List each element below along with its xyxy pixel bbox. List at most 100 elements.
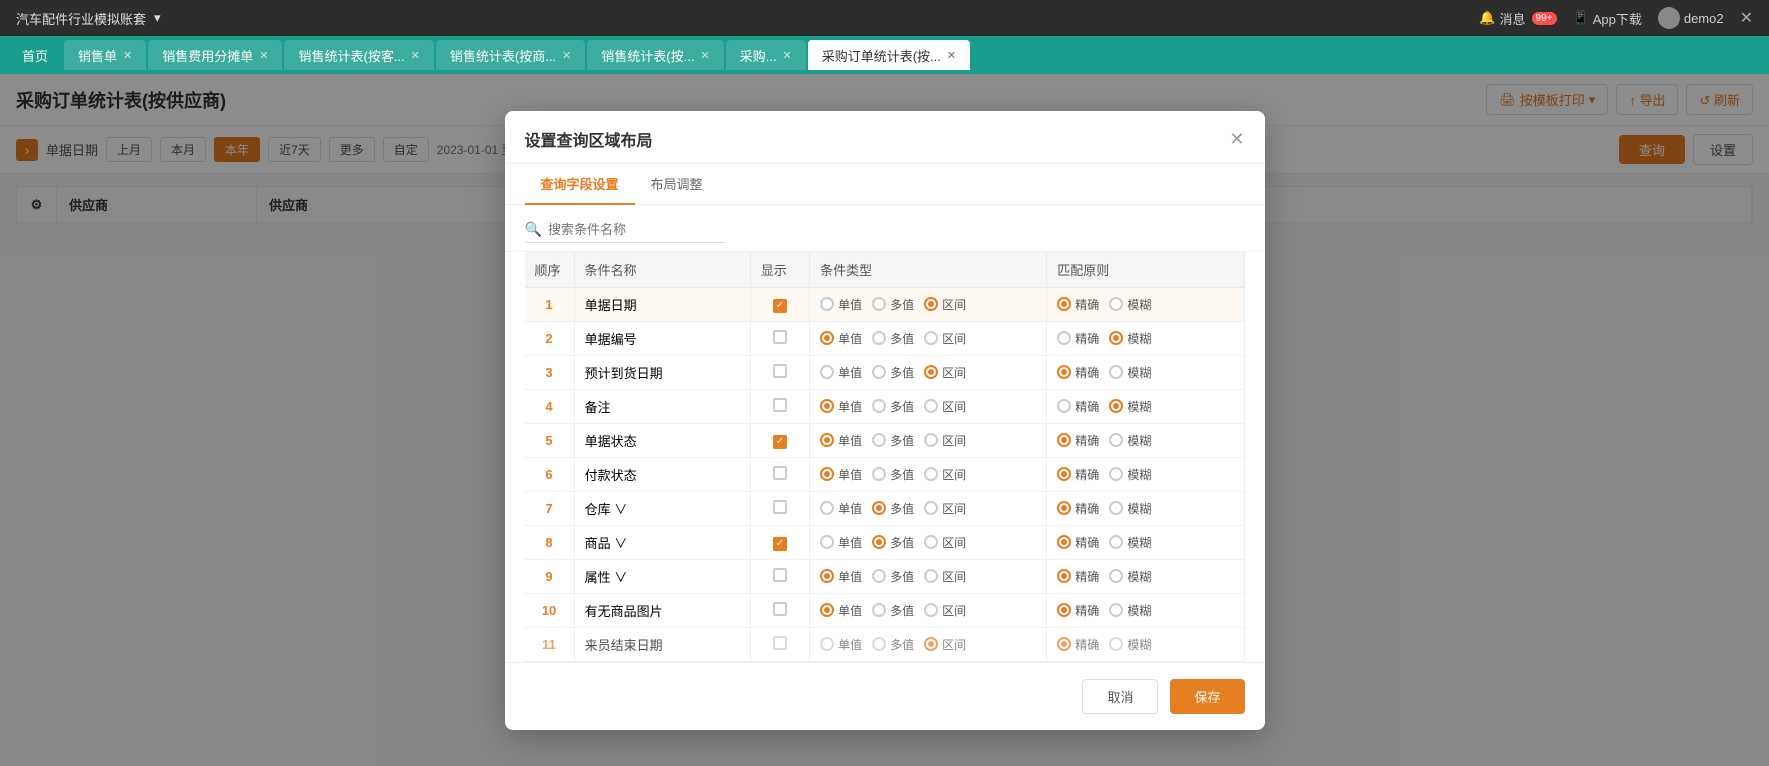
checkbox[interactable] <box>773 500 787 514</box>
radio-type-多值[interactable]: 多值 <box>872 534 914 551</box>
row-show-checkbox[interactable] <box>750 423 809 457</box>
row-show-checkbox[interactable] <box>750 491 809 525</box>
nav-tab-sales-stat2[interactable]: 销售统计表(按商... ✕ <box>436 40 585 70</box>
notification-area[interactable]: 🔔 消息 99+ <box>1479 9 1556 28</box>
checkbox[interactable] <box>773 330 787 344</box>
radio-type-单值[interactable]: 单值 <box>820 398 862 415</box>
radio-type-单值[interactable]: 单值 <box>820 636 862 653</box>
nav-tab-purchase2[interactable]: 采购订单统计表(按... ✕ <box>808 40 970 70</box>
radio-match-模糊[interactable]: 模糊 <box>1109 568 1151 585</box>
nav-tab-sales-cost[interactable]: 销售费用分摊单 ✕ <box>148 40 282 70</box>
row-show-checkbox[interactable] <box>750 593 809 627</box>
app-dropdown-icon[interactable]: ▾ <box>154 10 161 26</box>
nav-tab-home[interactable]: 首页 <box>8 40 62 70</box>
radio-match-精确[interactable]: 精确 <box>1057 398 1099 415</box>
nav-tab-sales[interactable]: 销售单 ✕ <box>64 40 146 70</box>
nav-tab-purchase2-close[interactable]: ✕ <box>947 49 956 62</box>
radio-match-模糊[interactable]: 模糊 <box>1109 296 1151 313</box>
row-show-checkbox[interactable] <box>750 457 809 491</box>
radio-match-模糊[interactable]: 模糊 <box>1109 602 1151 619</box>
nav-tab-sales-stat1[interactable]: 销售统计表(按客... ✕ <box>284 40 433 70</box>
radio-type-区间[interactable]: 区间 <box>924 398 966 415</box>
checkbox[interactable] <box>773 537 787 551</box>
radio-match-精确[interactable]: 精确 <box>1057 466 1099 483</box>
radio-match-精确[interactable]: 精确 <box>1057 500 1099 517</box>
radio-type-区间[interactable]: 区间 <box>924 534 966 551</box>
radio-type-多值[interactable]: 多值 <box>872 500 914 517</box>
radio-type-多值[interactable]: 多值 <box>872 330 914 347</box>
nav-tab-sales-stat2-close[interactable]: ✕ <box>562 49 571 62</box>
radio-type-区间[interactable]: 区间 <box>924 296 966 313</box>
radio-type-多值[interactable]: 多值 <box>872 296 914 313</box>
nav-tab-purchase1[interactable]: 采购... ✕ <box>726 40 806 70</box>
radio-type-区间[interactable]: 区间 <box>924 568 966 585</box>
radio-match-精确[interactable]: 精确 <box>1057 602 1099 619</box>
radio-type-多值[interactable]: 多值 <box>872 602 914 619</box>
radio-type-多值[interactable]: 多值 <box>872 466 914 483</box>
radio-type-单值[interactable]: 单值 <box>820 432 862 449</box>
radio-type-多值[interactable]: 多值 <box>872 364 914 381</box>
radio-match-模糊[interactable]: 模糊 <box>1109 330 1151 347</box>
row-show-checkbox[interactable] <box>750 287 809 321</box>
radio-type-多值[interactable]: 多值 <box>872 432 914 449</box>
checkbox[interactable] <box>773 636 787 650</box>
nav-tab-sales-cost-close[interactable]: ✕ <box>259 49 268 62</box>
save-button[interactable]: 保存 <box>1170 679 1244 714</box>
radio-match-精确[interactable]: 精确 <box>1057 636 1099 653</box>
radio-type-区间[interactable]: 区间 <box>924 330 966 347</box>
radio-type-多值[interactable]: 多值 <box>872 568 914 585</box>
nav-tab-sales-close[interactable]: ✕ <box>123 49 132 62</box>
radio-type-单值[interactable]: 单值 <box>820 466 862 483</box>
radio-type-单值[interactable]: 单值 <box>820 364 862 381</box>
checkbox[interactable] <box>773 568 787 582</box>
checkbox[interactable] <box>773 364 787 378</box>
radio-type-区间[interactable]: 区间 <box>924 432 966 449</box>
radio-type-单值[interactable]: 单值 <box>820 330 862 347</box>
nav-tab-sales-stat3-close[interactable]: ✕ <box>700 49 709 62</box>
radio-type-单值[interactable]: 单值 <box>820 500 862 517</box>
modal-close-button[interactable]: ✕ <box>1229 130 1244 148</box>
row-show-checkbox[interactable] <box>750 355 809 389</box>
search-input[interactable] <box>548 222 725 237</box>
modal-tab-query-fields[interactable]: 查询字段设置 <box>525 164 635 205</box>
checkbox[interactable] <box>773 398 787 412</box>
radio-match-精确[interactable]: 精确 <box>1057 330 1099 347</box>
radio-type-多值[interactable]: 多值 <box>872 398 914 415</box>
radio-type-区间[interactable]: 区间 <box>924 500 966 517</box>
radio-match-精确[interactable]: 精确 <box>1057 534 1099 551</box>
radio-match-精确[interactable]: 精确 <box>1057 364 1099 381</box>
radio-match-模糊[interactable]: 模糊 <box>1109 534 1151 551</box>
nav-tab-sales-stat1-close[interactable]: ✕ <box>411 49 420 62</box>
row-show-checkbox[interactable] <box>750 389 809 423</box>
radio-match-精确[interactable]: 精确 <box>1057 296 1099 313</box>
radio-type-区间[interactable]: 区间 <box>924 602 966 619</box>
radio-type-单值[interactable]: 单值 <box>820 296 862 313</box>
checkbox[interactable] <box>773 299 787 313</box>
radio-type-区间[interactable]: 区间 <box>924 636 966 653</box>
row-show-checkbox[interactable] <box>750 321 809 355</box>
radio-type-多值[interactable]: 多值 <box>872 636 914 653</box>
row-show-checkbox[interactable] <box>750 627 809 661</box>
row-show-checkbox[interactable] <box>750 525 809 559</box>
radio-match-精确[interactable]: 精确 <box>1057 568 1099 585</box>
radio-type-区间[interactable]: 区间 <box>924 364 966 381</box>
row-show-checkbox[interactable] <box>750 559 809 593</box>
user-area[interactable]: demo2 <box>1658 7 1724 29</box>
radio-match-模糊[interactable]: 模糊 <box>1109 398 1151 415</box>
download-area[interactable]: 📱 App下载 <box>1573 9 1642 28</box>
radio-type-单值[interactable]: 单值 <box>820 534 862 551</box>
radio-type-单值[interactable]: 单值 <box>820 568 862 585</box>
checkbox[interactable] <box>773 435 787 449</box>
nav-tab-sales-stat3[interactable]: 销售统计表(按... ✕ <box>587 40 723 70</box>
radio-match-模糊[interactable]: 模糊 <box>1109 636 1151 653</box>
radio-match-模糊[interactable]: 模糊 <box>1109 500 1151 517</box>
checkbox[interactable] <box>773 466 787 480</box>
checkbox[interactable] <box>773 602 787 616</box>
radio-type-单值[interactable]: 单值 <box>820 602 862 619</box>
radio-match-模糊[interactable]: 模糊 <box>1109 466 1151 483</box>
radio-match-精确[interactable]: 精确 <box>1057 432 1099 449</box>
radio-type-区间[interactable]: 区间 <box>924 466 966 483</box>
nav-tab-purchase1-close[interactable]: ✕ <box>783 49 792 62</box>
cancel-button[interactable]: 取消 <box>1082 679 1158 714</box>
topbar-close-button[interactable]: ✕ <box>1740 8 1753 28</box>
